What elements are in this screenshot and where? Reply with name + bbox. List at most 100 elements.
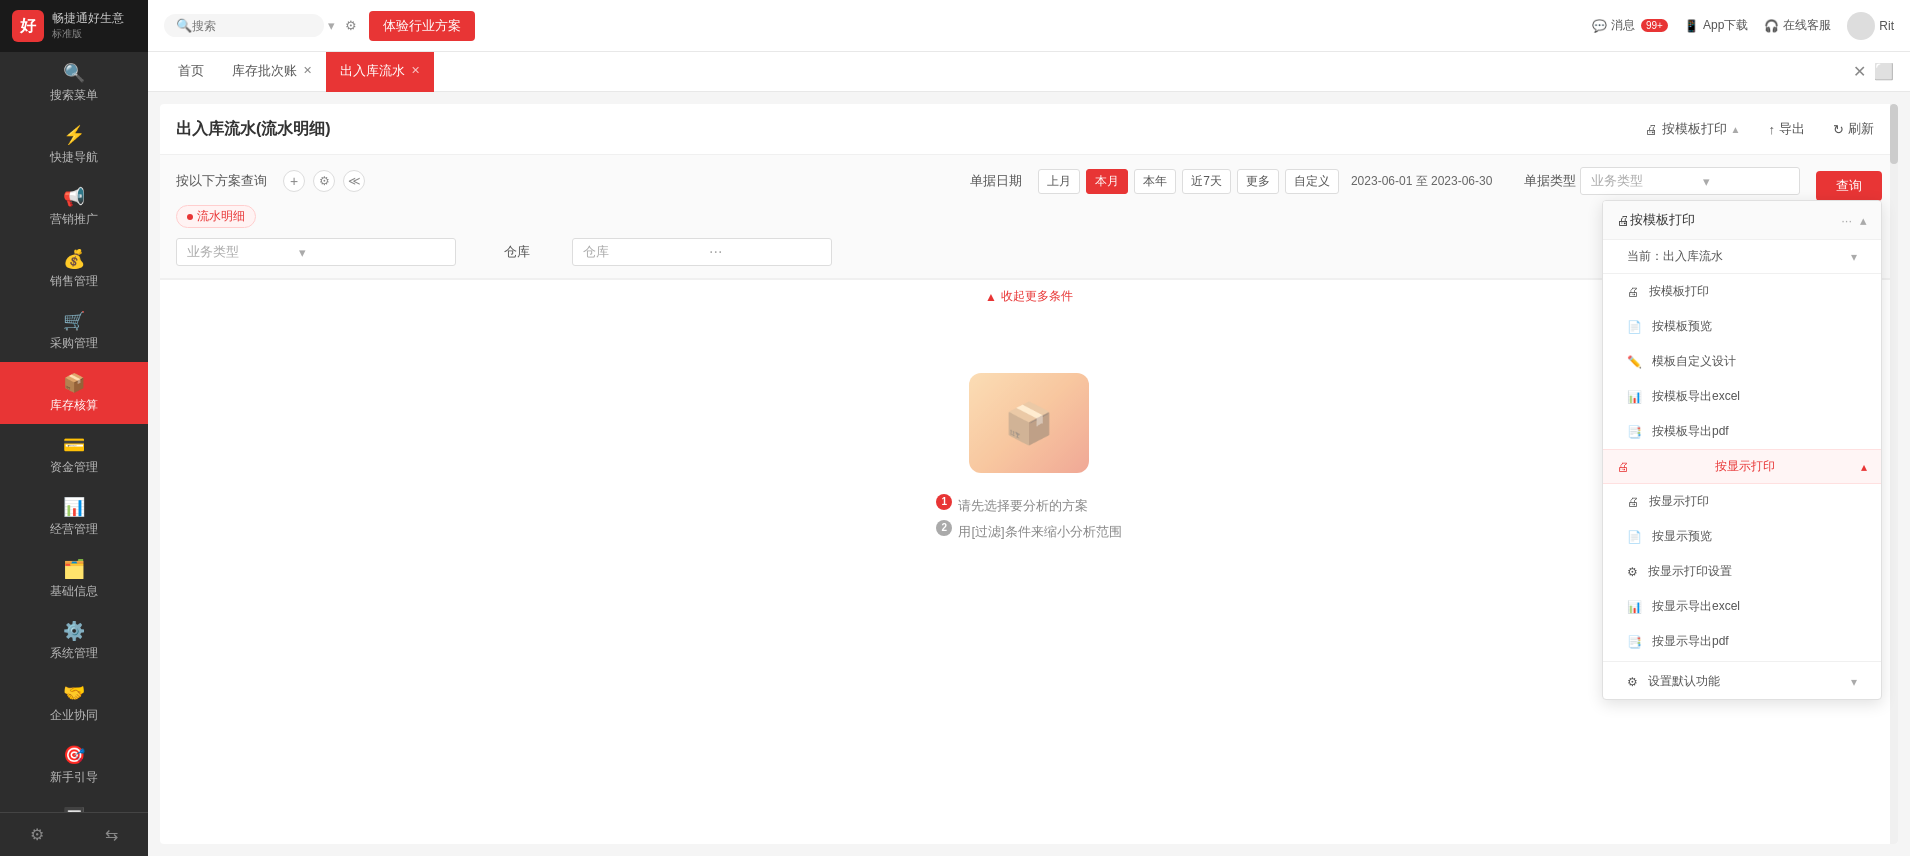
sidebar-item-appstore[interactable]: 🔲 应用中心 <box>0 796 148 812</box>
side-scrollbar[interactable] <box>1890 104 1898 844</box>
sidebar-item-sales[interactable]: 💰 销售管理 <box>0 238 148 300</box>
filter-warehouse-more[interactable]: ··· <box>709 243 722 261</box>
dropdown-display-section-arrow[interactable]: ▴ <box>1861 460 1867 474</box>
sidebar-item-search[interactable]: 🔍 搜索菜单 <box>0 52 148 114</box>
dropdown-current[interactable]: 当前：出入库流水 ▾ <box>1603 240 1881 274</box>
tab-batch-close[interactable]: ✕ <box>303 64 312 77</box>
export-icon: ↑ <box>1769 122 1776 137</box>
print-template-btn[interactable]: 🖨 按模板打印 ▲ <box>1637 116 1749 142</box>
tab-flow-close[interactable]: ✕ <box>411 64 420 77</box>
filter-date-custom[interactable]: 自定义 <box>1285 169 1339 194</box>
topbar-dropdown-arrow[interactable]: ▾ <box>328 18 335 33</box>
filter-date-more[interactable]: 更多 <box>1237 169 1279 194</box>
dropdown-display-print-icon: 🖨 <box>1627 495 1639 509</box>
dropdown-more-icon[interactable]: ··· <box>1841 213 1852 228</box>
sidebar-settings-btn[interactable]: ⚙ <box>30 825 44 844</box>
tip-text-2: 用[过滤]条件来缩小分析范围 <box>958 519 1121 545</box>
filter-date-this-year[interactable]: 本年 <box>1134 169 1176 194</box>
app-download-label: App下载 <box>1703 17 1748 34</box>
tab-home[interactable]: 首页 <box>164 52 218 92</box>
online-service-label: 在线客服 <box>1783 17 1831 34</box>
filter-warehouse-value: 仓库 <box>583 243 609 261</box>
dropdown-display-section[interactable]: 🖨 按显示打印 ▴ <box>1603 449 1881 484</box>
dropdown-item-default-func[interactable]: ⚙ 设置默认功能 ▾ <box>1603 664 1881 699</box>
page-toolbar: 🖨 按模板打印 ▲ ↑ 导出 ↻ 刷新 <box>1637 116 1882 142</box>
filter-warehouse-area: 仓库 仓库 ··· <box>504 238 832 266</box>
dropdown-header-arrow[interactable]: ▴ <box>1860 213 1867 228</box>
tabs-expand[interactable]: ⬜ <box>1874 62 1894 81</box>
dropdown-item-display-print[interactable]: 🖨 按显示打印 <box>1603 484 1881 519</box>
sidebar-item-basic[interactable]: 🗂️ 基础信息 <box>0 548 148 610</box>
query-btn[interactable]: 查询 <box>1816 171 1882 201</box>
filter-collapse-left-btn[interactable]: ≪ <box>343 170 365 192</box>
dropdown-printer-icon: 🖨 <box>1627 285 1639 299</box>
filter-type-select[interactable]: 业务类型 ▾ <box>1580 167 1800 195</box>
filter-warehouse-select[interactable]: 仓库 ··· <box>572 238 832 266</box>
topbar-right: 💬 消息 99+ 📱 App下载 🎧 在线客服 Rit <box>1592 12 1894 40</box>
dropdown-template-preview-label: 按模板预览 <box>1652 318 1712 335</box>
dropdown-item-template-print[interactable]: 🖨 按模板打印 <box>1603 274 1881 309</box>
tag-label: 流水明细 <box>197 208 245 225</box>
online-service-btn[interactable]: 🎧 在线客服 <box>1764 17 1831 34</box>
sidebar-item-quick[interactable]: ⚡ 快捷导航 <box>0 114 148 176</box>
dropdown-display-section-label: 按显示打印 <box>1715 458 1775 475</box>
topbar-search-box[interactable]: 🔍 <box>164 14 324 37</box>
filter-date-7days[interactable]: 近7天 <box>1182 169 1231 194</box>
sidebar-icon-basic: 🗂️ <box>63 558 85 580</box>
filter-tag-item[interactable]: 流水明细 <box>176 205 256 228</box>
refresh-btn[interactable]: ↻ 刷新 <box>1825 116 1882 142</box>
sidebar-item-system[interactable]: ⚙️ 系统管理 <box>0 610 148 672</box>
sidebar-item-marketing[interactable]: 📢 营销推广 <box>0 176 148 238</box>
sidebar-item-enterprise[interactable]: 🤝 企业协同 <box>0 672 148 734</box>
dropdown-display-print-label: 按显示打印 <box>1649 493 1709 510</box>
dropdown-item-template-pdf[interactable]: 📑 按模板导出pdf <box>1603 414 1881 449</box>
tabs-bar: 首页 库存批次账 ✕ 出入库流水 ✕ ✕ ⬜ <box>148 52 1910 92</box>
dropdown-item-display-excel[interactable]: 📊 按显示导出excel <box>1603 589 1881 624</box>
sidebar-item-inventory[interactable]: 📦 库存核算 <box>0 362 148 424</box>
filter-date-this-month[interactable]: 本月 <box>1086 169 1128 194</box>
filter-settings-btn[interactable]: ⚙ <box>313 170 335 192</box>
tab-batch[interactable]: 库存批次账 ✕ <box>218 52 326 92</box>
page-header: 出入库流水(流水明细) 🖨 按模板打印 ▲ ↑ 导出 ↻ 刷新 <box>160 104 1898 155</box>
dropdown-item-template-preview[interactable]: 📄 按模板预览 <box>1603 309 1881 344</box>
dropdown-item-template-custom[interactable]: ✏️ 模板自定义设计 <box>1603 344 1881 379</box>
tab-flow[interactable]: 出入库流水 ✕ <box>326 52 434 92</box>
message-icon: 💬 <box>1592 19 1607 33</box>
filter-date-last-month[interactable]: 上月 <box>1038 169 1080 194</box>
tabs-close-all[interactable]: ✕ <box>1853 62 1866 81</box>
dropdown-template-pdf-label: 按模板导出pdf <box>1652 423 1729 440</box>
sidebar-item-operation[interactable]: 📊 经营管理 <box>0 486 148 548</box>
scroll-thumb[interactable] <box>1890 104 1898 164</box>
filter-date-buttons: 上月 本月 本年 近7天 更多 自定义 <box>1038 169 1339 194</box>
dropdown-template-custom-label: 模板自定义设计 <box>1652 353 1736 370</box>
sidebar-item-guide[interactable]: 🎯 新手引导 <box>0 734 148 796</box>
dropdown-item-display-settings[interactable]: ⚙ 按显示打印设置 <box>1603 554 1881 589</box>
sidebar-item-purchase[interactable]: 🛒 采购管理 <box>0 300 148 362</box>
topbar-settings-icon[interactable]: ⚙ <box>345 18 357 33</box>
app-download-btn[interactable]: 📱 App下载 <box>1684 17 1748 34</box>
dropdown-item-display-pdf[interactable]: 📑 按显示导出pdf <box>1603 624 1881 659</box>
filter-add-btn[interactable]: + <box>283 170 305 192</box>
search-input[interactable] <box>192 19 312 33</box>
sidebar-icon-enterprise: 🤝 <box>63 682 85 704</box>
message-btn[interactable]: 💬 消息 99+ <box>1592 17 1668 34</box>
export-btn[interactable]: ↑ 导出 <box>1761 116 1814 142</box>
filter-biztype-select[interactable]: 业务类型 ▾ <box>176 238 456 266</box>
sidebar-collapse-btn[interactable]: ⇆ <box>105 825 118 844</box>
sidebar-icon-quick: ⚡ <box>63 124 85 146</box>
empty-tip-2: 2 用[过滤]条件来缩小分析范围 <box>936 519 1121 545</box>
dropdown-item-display-preview[interactable]: 📄 按显示预览 <box>1603 519 1881 554</box>
dropdown-display-preview-label: 按显示预览 <box>1652 528 1712 545</box>
print-template-label: 按模板打印 <box>1662 120 1727 138</box>
sidebar-item-finance[interactable]: 💳 资金管理 <box>0 424 148 486</box>
filter-date-range: 2023-06-01 至 2023-06-30 <box>1351 173 1492 190</box>
industry-btn[interactable]: 体验行业方案 <box>369 11 475 41</box>
dropdown-panel: 🖨 按模板打印 ··· ▴ 当前：出入库流水 ▾ 🖨 按模板打印 📄 按模板预览… <box>1602 200 1882 700</box>
filter-row-2: 业务类型 ▾ 仓库 仓库 ··· <box>176 238 1800 266</box>
empty-illustration: 📦 <box>969 373 1089 473</box>
main-content: 出入库流水(流水明细) 🖨 按模板打印 ▲ ↑ 导出 ↻ 刷新 <box>148 92 1910 856</box>
dropdown-item-template-excel[interactable]: 📊 按模板导出excel <box>1603 379 1881 414</box>
user-avatar-area[interactable]: Rit <box>1847 12 1894 40</box>
avatar <box>1847 12 1875 40</box>
dropdown-template-print-label: 按模板打印 <box>1649 283 1709 300</box>
